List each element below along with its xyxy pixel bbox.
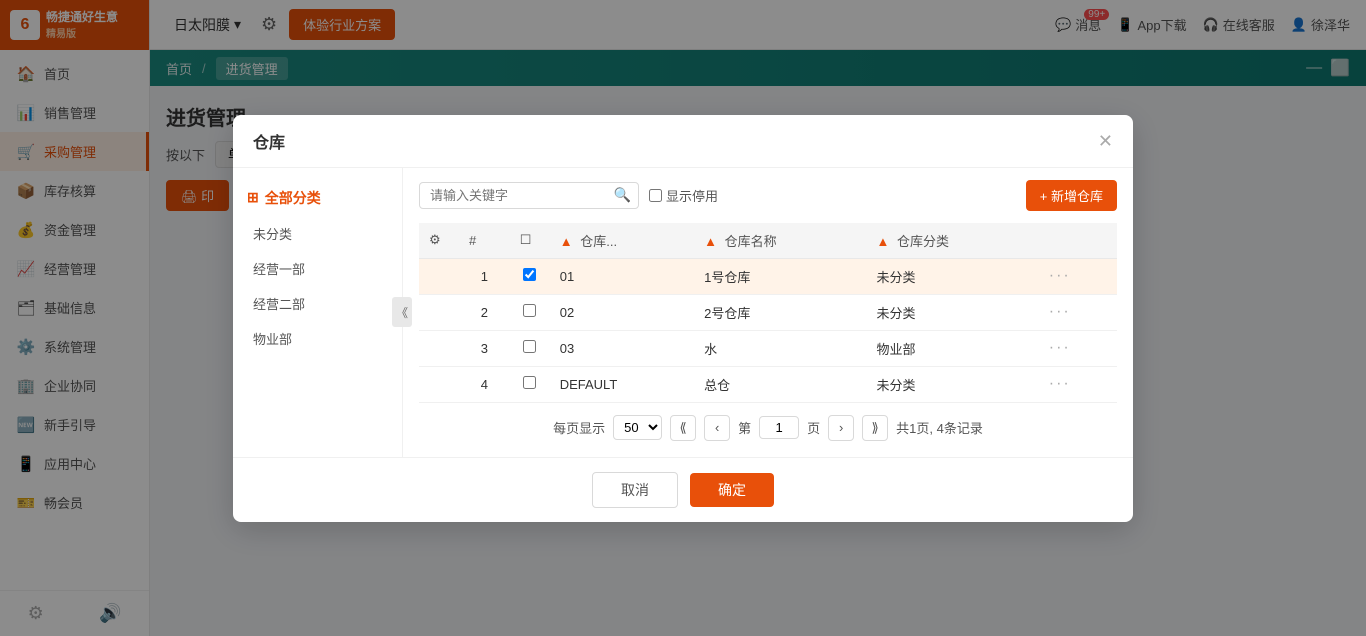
td-category: 未分类 bbox=[866, 366, 1038, 402]
td-actions[interactable]: ··· bbox=[1039, 258, 1117, 294]
page-input[interactable] bbox=[759, 416, 799, 439]
modal-close-button[interactable]: ✕ bbox=[1098, 132, 1113, 150]
per-page-select[interactable]: 50 bbox=[613, 415, 662, 440]
modal-footer: 取消 确定 bbox=[233, 457, 1133, 522]
td-settings bbox=[419, 258, 459, 294]
td-code: 03 bbox=[550, 330, 694, 366]
category-item-dept1[interactable]: 经营一部 bbox=[233, 251, 402, 286]
total-info: 共1页, 4条记录 bbox=[896, 418, 983, 437]
category-all-label[interactable]: 全部分类 bbox=[265, 188, 321, 208]
td-actions[interactable]: ··· bbox=[1039, 330, 1117, 366]
td-code: 01 bbox=[550, 258, 694, 294]
td-num: 2 bbox=[459, 294, 510, 330]
td-settings bbox=[419, 330, 459, 366]
search-input[interactable] bbox=[419, 182, 639, 209]
td-category: 物业部 bbox=[866, 330, 1038, 366]
warehouse-modal: 仓库 ✕ ⊞ 全部分类 《 未分类 经营一部 经营二部 物业部 bbox=[233, 115, 1133, 522]
collapse-button[interactable]: 《 bbox=[392, 297, 412, 327]
td-checkbox[interactable] bbox=[510, 330, 550, 366]
content-toolbar: 🔍 显示停用 + 新增仓库 bbox=[419, 180, 1117, 211]
search-input-wrap: 🔍 bbox=[419, 182, 639, 209]
last-page-button[interactable]: ⟫ bbox=[862, 415, 888, 441]
category-item-unclassified[interactable]: 未分类 bbox=[233, 216, 402, 251]
td-name: 总仓 bbox=[694, 366, 866, 402]
th-actions bbox=[1039, 223, 1117, 259]
modal-header: 仓库 ✕ bbox=[233, 115, 1133, 168]
th-warehouse-code: ▲ 仓库... bbox=[550, 223, 694, 259]
table-row[interactable]: 3 03 水 物业部 ··· bbox=[419, 330, 1117, 366]
show-disabled-checkbox[interactable] bbox=[649, 189, 662, 202]
grid-icon: ⊞ bbox=[247, 189, 259, 206]
td-code: 02 bbox=[550, 294, 694, 330]
row-action-dots[interactable]: ··· bbox=[1049, 267, 1071, 284]
td-category: 未分类 bbox=[866, 258, 1038, 294]
next-page-button[interactable]: › bbox=[828, 415, 854, 441]
td-name: 2号仓库 bbox=[694, 294, 866, 330]
td-settings bbox=[419, 294, 459, 330]
table-row[interactable]: 2 02 2号仓库 未分类 ··· bbox=[419, 294, 1117, 330]
search-icon[interactable]: 🔍 bbox=[614, 187, 631, 204]
category-header: ⊞ 全部分类 bbox=[233, 180, 402, 216]
td-settings bbox=[419, 366, 459, 402]
sort-icon-name: ▲ bbox=[704, 234, 717, 249]
th-checkbox[interactable]: ☐ bbox=[510, 223, 550, 259]
th-warehouse-name: ▲ 仓库名称 bbox=[694, 223, 866, 259]
row-action-dots[interactable]: ··· bbox=[1049, 375, 1071, 392]
pagination: 每页显示 50 ⟪ ‹ 第 页 › ⟫ 共1页, 4条记录 bbox=[419, 403, 1117, 445]
sort-icon-cat: ▲ bbox=[876, 234, 889, 249]
warehouse-table: ⚙ # ☐ ▲ 仓库... ▲ 仓库名称 bbox=[419, 223, 1117, 403]
td-checkbox[interactable] bbox=[510, 294, 550, 330]
td-num: 1 bbox=[459, 258, 510, 294]
page-unit: 页 bbox=[807, 418, 820, 437]
row-action-dots[interactable]: ··· bbox=[1049, 303, 1071, 320]
add-warehouse-button[interactable]: + 新增仓库 bbox=[1026, 180, 1117, 211]
sort-icon-code: ▲ bbox=[560, 234, 573, 249]
td-num: 3 bbox=[459, 330, 510, 366]
content-panel: 🔍 显示停用 + 新增仓库 ⚙ # bbox=[403, 168, 1133, 457]
th-num: # bbox=[459, 223, 510, 259]
td-category: 未分类 bbox=[866, 294, 1038, 330]
td-code: DEFAULT bbox=[550, 366, 694, 402]
modal-body: ⊞ 全部分类 《 未分类 经营一部 经营二部 物业部 🔍 bbox=[233, 168, 1133, 457]
modal-title: 仓库 bbox=[253, 129, 285, 153]
th-warehouse-category: ▲ 仓库分类 bbox=[866, 223, 1038, 259]
td-actions[interactable]: ··· bbox=[1039, 294, 1117, 330]
per-page-label: 每页显示 bbox=[553, 418, 605, 437]
first-page-button[interactable]: ⟪ bbox=[670, 415, 696, 441]
td-checkbox[interactable] bbox=[510, 258, 550, 294]
category-item-property[interactable]: 物业部 bbox=[233, 321, 402, 356]
modal-overlay: 仓库 ✕ ⊞ 全部分类 《 未分类 经营一部 经营二部 物业部 bbox=[0, 0, 1366, 636]
td-num: 4 bbox=[459, 366, 510, 402]
th-settings[interactable]: ⚙ bbox=[419, 223, 459, 259]
table-row[interactable]: 4 DEFAULT 总仓 未分类 ··· bbox=[419, 366, 1117, 402]
td-actions[interactable]: ··· bbox=[1039, 366, 1117, 402]
category-panel: ⊞ 全部分类 《 未分类 经营一部 经营二部 物业部 bbox=[233, 168, 403, 457]
td-checkbox[interactable] bbox=[510, 366, 550, 402]
td-name: 1号仓库 bbox=[694, 258, 866, 294]
show-disabled-label: 显示停用 bbox=[666, 186, 718, 205]
show-disabled-wrap: 显示停用 bbox=[649, 186, 718, 205]
page-label: 第 bbox=[738, 418, 751, 437]
cancel-button[interactable]: 取消 bbox=[592, 472, 678, 508]
td-name: 水 bbox=[694, 330, 866, 366]
confirm-button[interactable]: 确定 bbox=[690, 473, 774, 507]
table-row[interactable]: 1 01 1号仓库 未分类 ··· bbox=[419, 258, 1117, 294]
category-item-dept2[interactable]: 经营二部 bbox=[233, 286, 402, 321]
row-action-dots[interactable]: ··· bbox=[1049, 339, 1071, 356]
prev-page-button[interactable]: ‹ bbox=[704, 415, 730, 441]
